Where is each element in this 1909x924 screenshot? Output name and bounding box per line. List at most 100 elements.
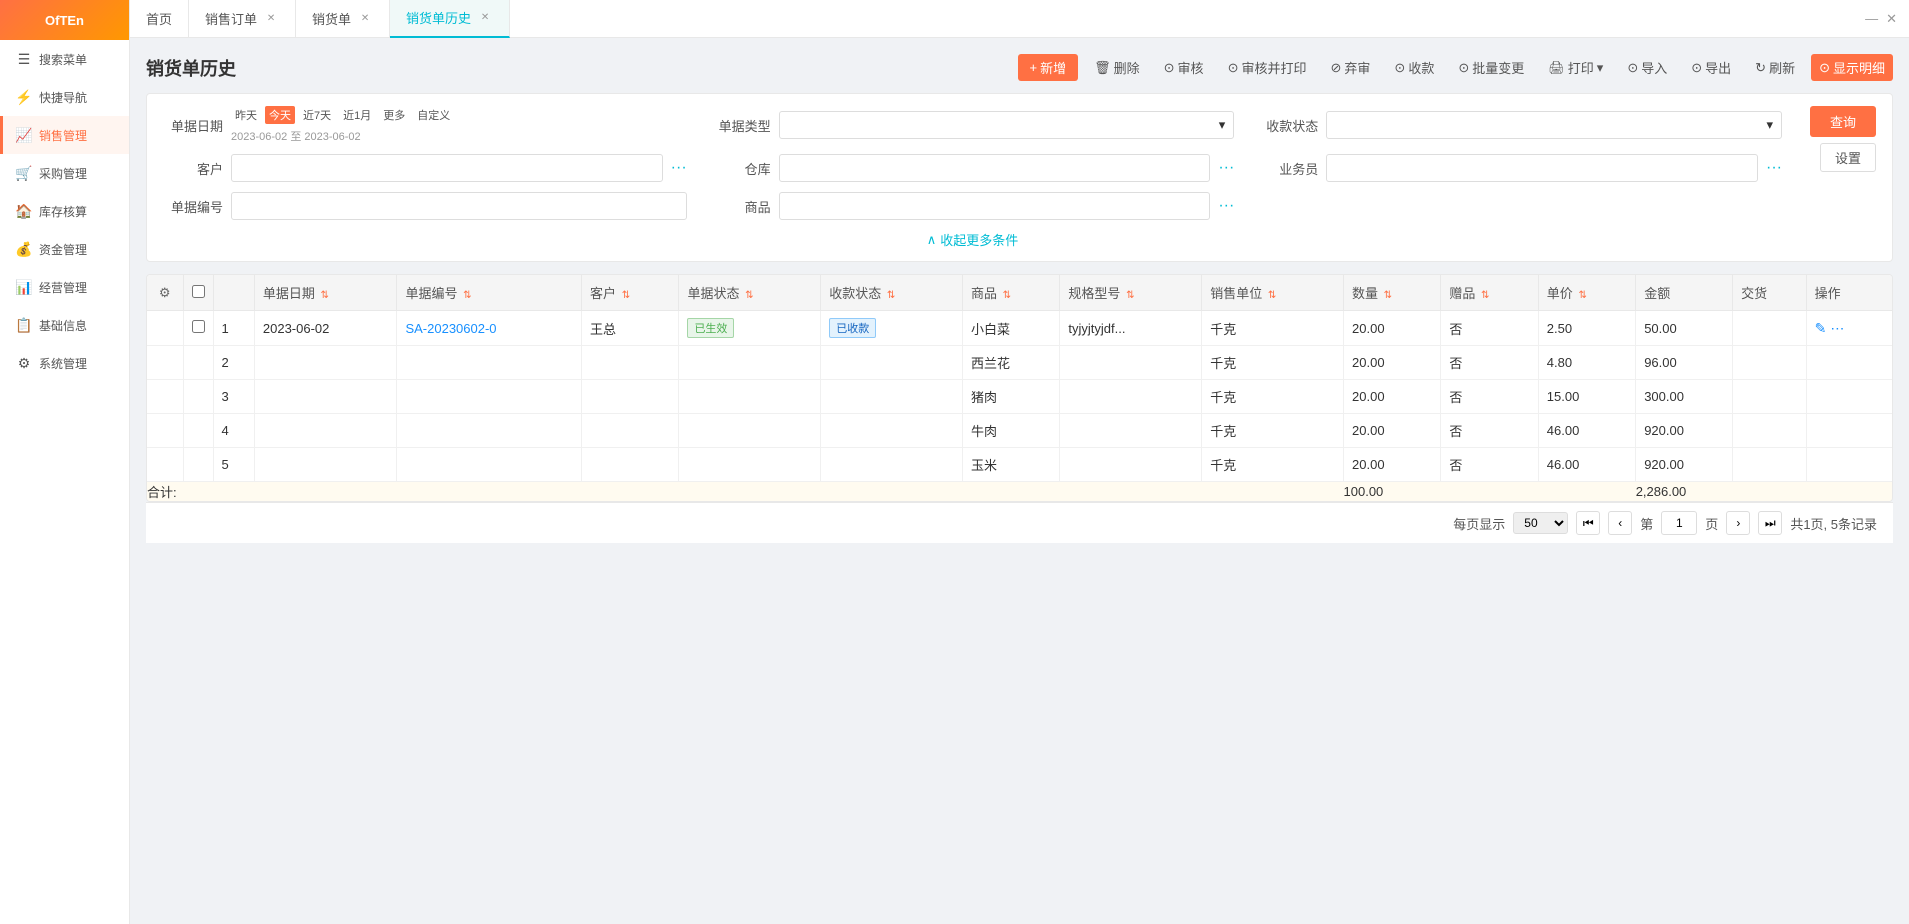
collect-button[interactable]: ⊙ 收款 (1386, 54, 1442, 81)
col-doc-status[interactable]: 单据状态 ⇅ (679, 275, 821, 311)
first-page-btn[interactable]: ⏮ (1576, 511, 1600, 535)
cell-checkbox[interactable] (183, 448, 213, 482)
date-tab-more[interactable]: 更多 (379, 106, 409, 124)
tab-close-sales-history[interactable]: ✕ (477, 10, 493, 26)
staff-dots[interactable]: ··· (1766, 159, 1782, 177)
page-size-label: 每页显示 (1453, 514, 1505, 533)
warehouse-input[interactable] (779, 154, 1211, 182)
col-unit[interactable]: 销售单位 ⇅ (1202, 275, 1344, 311)
refresh-icon: ↻ (1755, 60, 1766, 76)
export-button[interactable]: ⊙ 导出 (1683, 54, 1739, 81)
delete-button[interactable]: 🗑 删除 (1086, 54, 1148, 81)
cell-unit-price: 4.80 (1538, 346, 1635, 380)
sidebar-item-inventory[interactable]: 🏠 库存核算 (0, 192, 129, 230)
goods-dots[interactable]: ··· (1218, 197, 1234, 215)
cell-quantity: 20.00 (1344, 311, 1441, 346)
col-payment-status[interactable]: 收款状态 ⇅ (821, 275, 963, 311)
cell-checkbox[interactable] (183, 380, 213, 414)
col-spec[interactable]: 规格型号 ⇅ (1060, 275, 1202, 311)
payment-status-select[interactable]: ▾ (1326, 111, 1782, 139)
col-doc-date[interactable]: 单据日期 ⇅ (254, 275, 397, 311)
col-spec-label: 规格型号 (1068, 286, 1120, 301)
date-tab-today[interactable]: 今天 (265, 106, 295, 124)
sidebar-item-finance[interactable]: 💰 资金管理 (0, 230, 129, 268)
import-button[interactable]: ⊙ 导入 (1619, 54, 1675, 81)
staff-input[interactable] (1326, 154, 1758, 182)
doc-no-input[interactable] (231, 192, 687, 220)
sidebar-item-ops[interactable]: 📊 经营管理 (0, 268, 129, 306)
tab-home[interactable]: 首页 (130, 0, 189, 38)
col-checkbox[interactable] (183, 275, 213, 311)
collapse-btn[interactable]: ∧ 收起更多条件 (927, 230, 1019, 249)
sidebar-item-sys-mgmt[interactable]: ⚙ 系统管理 (0, 344, 129, 382)
filter-settings-button[interactable]: 设置 (1820, 143, 1876, 172)
doc-type-select[interactable]: ▾ (779, 111, 1235, 139)
cell-doc-no[interactable] (397, 380, 582, 414)
col-customer[interactable]: 客户 ⇅ (582, 275, 679, 311)
col-unit-price[interactable]: 单价 ⇅ (1538, 275, 1635, 311)
cell-checkbox[interactable] (183, 346, 213, 380)
cell-goods: 牛肉 (963, 414, 1060, 448)
minimize-btn[interactable]: — (1865, 11, 1878, 26)
date-tab-custom[interactable]: 自定义 (413, 106, 454, 124)
cell-doc-no[interactable]: SA-20230602-0 (397, 311, 582, 346)
new-button[interactable]: + 新增 (1018, 54, 1079, 81)
sidebar: OfTEn ☰ 搜索菜单 ⚡ 快捷导航 📈 销售管理 🛒 采购管理 🏠 库存核算… (0, 0, 130, 924)
col-quantity[interactable]: 数量 ⇅ (1344, 275, 1441, 311)
prev-page-btn[interactable]: ‹ (1608, 511, 1632, 535)
refresh-button[interactable]: ↻ 刷新 (1747, 54, 1803, 81)
date-tab-7days[interactable]: 近7天 (299, 106, 335, 124)
cell-doc-no[interactable] (397, 414, 582, 448)
tab-sales-delivery[interactable]: 销货单 ✕ (296, 0, 390, 38)
col-goods[interactable]: 商品 ⇅ (963, 275, 1060, 311)
discard-button[interactable]: ⊘ 弃审 (1322, 54, 1378, 81)
table-row: 4 牛肉 千克 20.00 否 46.00 920.00 (147, 414, 1892, 448)
cell-doc-no[interactable] (397, 346, 582, 380)
page-number-input[interactable] (1661, 511, 1697, 535)
close-btn[interactable]: ✕ (1886, 11, 1897, 27)
cell-doc-date (254, 380, 397, 414)
sidebar-item-search-menu[interactable]: ☰ 搜索菜单 (0, 40, 129, 78)
last-page-btn[interactable]: ⏭ (1758, 511, 1782, 535)
cell-doc-no[interactable] (397, 448, 582, 482)
print-button[interactable]: 🖨 打印 ▾ (1540, 54, 1611, 81)
col-settings[interactable]: ⚙ (147, 275, 183, 311)
doc-no-link[interactable]: SA-20230602-0 (405, 321, 496, 336)
sidebar-item-basic-info[interactable]: 📋 基础信息 (0, 306, 129, 344)
edit-op-btn[interactable]: ✎ (1815, 320, 1827, 336)
col-gift[interactable]: 赠品 ⇅ (1441, 275, 1538, 311)
tab-close-sales-delivery[interactable]: ✕ (357, 11, 373, 27)
review-button[interactable]: ⊙ 审核 (1156, 54, 1212, 81)
date-tab-yesterday[interactable]: 昨天 (231, 106, 261, 124)
col-doc-no[interactable]: 单据编号 ⇅ (397, 275, 582, 311)
sidebar-item-label: 销售管理 (39, 127, 87, 144)
cell-checkbox[interactable] (183, 311, 213, 346)
next-page-btn[interactable]: › (1726, 511, 1750, 535)
query-button[interactable]: 查询 (1810, 106, 1876, 137)
col-amount[interactable]: 金额 (1636, 275, 1733, 311)
customer-input[interactable] (231, 154, 663, 182)
warehouse-dots[interactable]: ··· (1218, 159, 1234, 177)
select-all-checkbox[interactable] (192, 285, 205, 298)
filter-item-doc-no: 单据编号 (163, 192, 687, 220)
tab-sales-order[interactable]: 销售订单 ✕ (189, 0, 296, 38)
sidebar-item-sales-mgmt[interactable]: 📈 销售管理 (0, 116, 129, 154)
goods-input[interactable] (779, 192, 1211, 220)
page-size-select[interactable]: 50 100 200 (1513, 512, 1568, 534)
tab-sales-history[interactable]: 销货单历史 ✕ (390, 0, 510, 38)
review-print-button[interactable]: ⊙ 审核并打印 (1220, 54, 1315, 81)
batch-change-button[interactable]: ⊙ 批量变更 (1450, 54, 1532, 81)
toolbar: + 新增 🗑 删除 ⊙ 审核 ⊙ 审核并打印 ⊘ 弃审 (1018, 54, 1894, 81)
more-op-btn[interactable]: ⋯ (1830, 320, 1844, 336)
cell-checkbox[interactable] (183, 414, 213, 448)
sidebar-item-quick-nav[interactable]: ⚡ 快捷导航 (0, 78, 129, 116)
tab-close-sales-order[interactable]: ✕ (263, 11, 279, 27)
show-details-button[interactable]: ⊙ 显示明细 (1811, 54, 1893, 81)
payment-status-dropdown-icon: ▾ (1766, 117, 1773, 133)
app-logo: OfTEn (0, 0, 129, 40)
ops-icon: 📊 (15, 278, 33, 296)
customer-dots[interactable]: ··· (671, 159, 687, 177)
sidebar-item-purchase-mgmt[interactable]: 🛒 采购管理 (0, 154, 129, 192)
row-checkbox[interactable] (192, 320, 205, 333)
date-tab-1month[interactable]: 近1月 (339, 106, 375, 124)
